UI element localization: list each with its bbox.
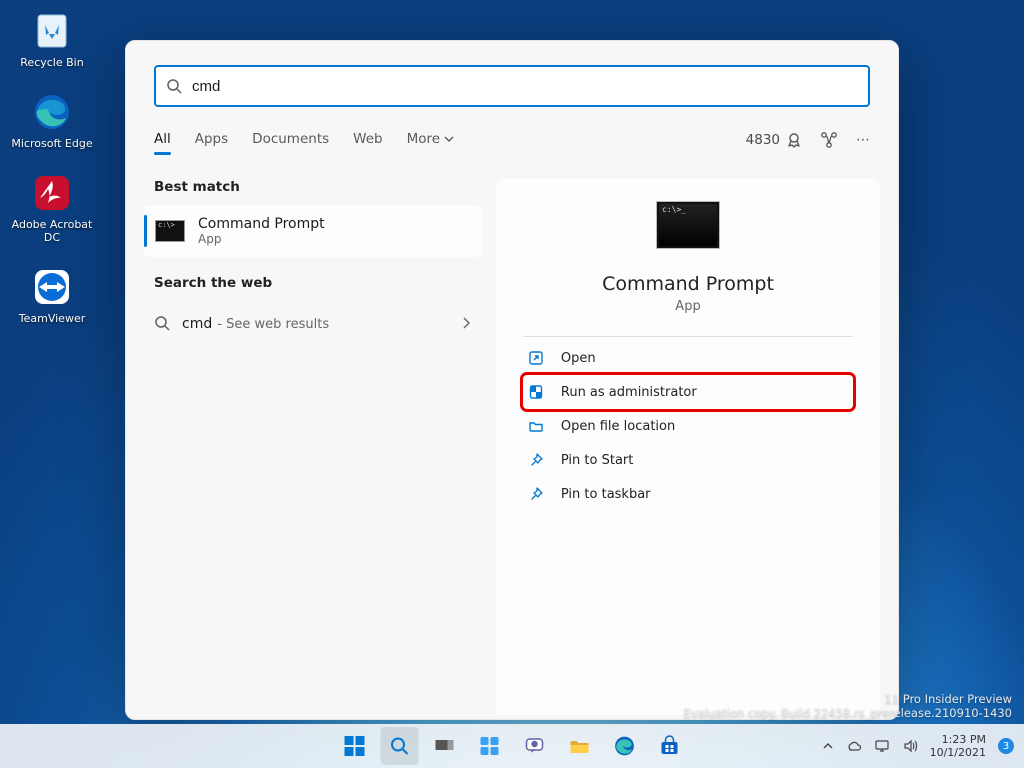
chevron-down-icon	[444, 134, 454, 144]
preview-subtitle: App	[675, 299, 700, 314]
volume-icon[interactable]	[902, 738, 918, 754]
chat-icon	[524, 735, 546, 757]
desktop-icon-label: Adobe Acrobat DC	[7, 218, 97, 244]
web-result-row[interactable]: cmd - See web results	[144, 301, 482, 344]
search-icon	[154, 315, 170, 331]
action-label: Open file location	[561, 419, 675, 434]
taskbar-search-button[interactable]	[381, 727, 419, 765]
store-icon	[659, 735, 681, 757]
action-open[interactable]: Open	[523, 341, 853, 375]
search-icon	[166, 78, 182, 94]
acrobat-icon	[32, 173, 72, 213]
edge-icon	[614, 735, 636, 757]
start-button[interactable]	[336, 727, 374, 765]
command-prompt-icon-large	[656, 201, 720, 249]
rewards-points-value: 4830	[746, 132, 780, 148]
open-icon	[527, 349, 545, 367]
clock-date: 10/1/2021	[930, 746, 986, 759]
pin-icon	[527, 485, 545, 503]
edge-button[interactable]	[606, 727, 644, 765]
recycle-bin-icon	[32, 11, 72, 51]
desktop-icon-edge[interactable]: Microsoft Edge	[6, 91, 98, 150]
action-pin-to-taskbar[interactable]: Pin to taskbar	[523, 477, 853, 511]
task-view-icon	[434, 735, 456, 757]
search-filter-bar: All Apps Documents Web More 4830	[126, 117, 898, 161]
more-options-icon[interactable]: ⋯	[856, 132, 870, 148]
action-open-file-location[interactable]: Open file location	[523, 409, 853, 443]
desktop-icon-label: TeamViewer	[19, 312, 85, 325]
search-preview-pane: Command Prompt App Open Run as administra…	[496, 179, 880, 715]
chevron-up-icon[interactable]	[822, 740, 834, 752]
search-icon	[390, 736, 410, 756]
widgets-button[interactable]	[471, 727, 509, 765]
result-subtitle: App	[198, 232, 325, 246]
medal-icon	[786, 132, 802, 148]
best-match-result[interactable]: c:\> Command Prompt App	[144, 205, 482, 257]
action-label: Open	[561, 351, 596, 366]
action-label: Pin to taskbar	[561, 487, 651, 502]
desktop-icon-teamviewer[interactable]: TeamViewer	[6, 266, 98, 325]
filter-tab-more[interactable]: More	[407, 131, 454, 147]
desktop-icon-label: Microsoft Edge	[11, 137, 92, 150]
edge-icon	[32, 92, 72, 132]
taskbar-center	[336, 727, 689, 765]
windows-logo-icon	[344, 735, 366, 757]
search-web-heading: Search the web	[144, 275, 482, 301]
taskbar-clock[interactable]: 1:23 PM 10/1/2021	[930, 733, 986, 759]
taskbar: 1:23 PM 10/1/2021 3	[0, 724, 1024, 768]
widgets-icon	[479, 735, 501, 757]
chat-button[interactable]	[516, 727, 554, 765]
desktop-icon-acrobat[interactable]: Adobe Acrobat DC	[6, 172, 98, 244]
best-match-heading: Best match	[144, 179, 482, 205]
divider	[523, 336, 853, 337]
system-tray: 1:23 PM 10/1/2021 3	[822, 733, 1014, 759]
desktop-icons: Recycle Bin Microsoft Edge Adobe Acrobat…	[6, 10, 116, 347]
clock-time: 1:23 PM	[930, 733, 986, 746]
preview-title: Command Prompt	[602, 273, 774, 295]
preview-actions: Open Run as administrator Open file locati…	[523, 341, 853, 511]
activation-watermark: 11 Pro Insider Preview Evaluation copy. …	[684, 692, 1012, 720]
action-label: Run as administrator	[561, 385, 697, 400]
search-box[interactable]	[154, 65, 870, 107]
chevron-right-icon	[462, 317, 472, 329]
filter-tab-apps[interactable]: Apps	[195, 125, 228, 155]
desktop-icon-recycle-bin[interactable]: Recycle Bin	[6, 10, 98, 69]
task-view-button[interactable]	[426, 727, 464, 765]
folder-icon	[527, 417, 545, 435]
web-result-subtitle: - See web results	[217, 317, 329, 332]
result-title: Command Prompt	[198, 216, 325, 232]
start-search-panel: All Apps Documents Web More 4830	[125, 40, 899, 720]
shield-icon	[527, 383, 545, 401]
store-button[interactable]	[651, 727, 689, 765]
teamviewer-icon	[32, 267, 72, 307]
search-input[interactable]	[192, 78, 858, 95]
action-run-as-administrator[interactable]: Run as administrator	[523, 375, 853, 409]
action-label: Pin to Start	[561, 453, 633, 468]
web-result-title: cmd	[182, 316, 212, 332]
rewards-points[interactable]: 4830	[746, 132, 802, 148]
command-prompt-icon: c:\>	[154, 215, 186, 247]
notification-badge[interactable]: 3	[998, 738, 1014, 754]
onedrive-icon[interactable]	[846, 738, 862, 754]
filter-tab-web[interactable]: Web	[353, 125, 382, 155]
file-explorer-button[interactable]	[561, 727, 599, 765]
pin-icon	[527, 451, 545, 469]
flow-icon[interactable]	[820, 131, 838, 149]
action-pin-to-start[interactable]: Pin to Start	[523, 443, 853, 477]
desktop-icon-label: Recycle Bin	[20, 56, 83, 69]
filter-tab-all[interactable]: All	[154, 125, 171, 155]
search-results-column: Best match c:\> Command Prompt App Searc…	[144, 179, 482, 715]
folder-icon	[569, 735, 591, 757]
filter-more-label: More	[407, 131, 440, 147]
network-icon[interactable]	[874, 738, 890, 754]
filter-tab-documents[interactable]: Documents	[252, 125, 329, 155]
